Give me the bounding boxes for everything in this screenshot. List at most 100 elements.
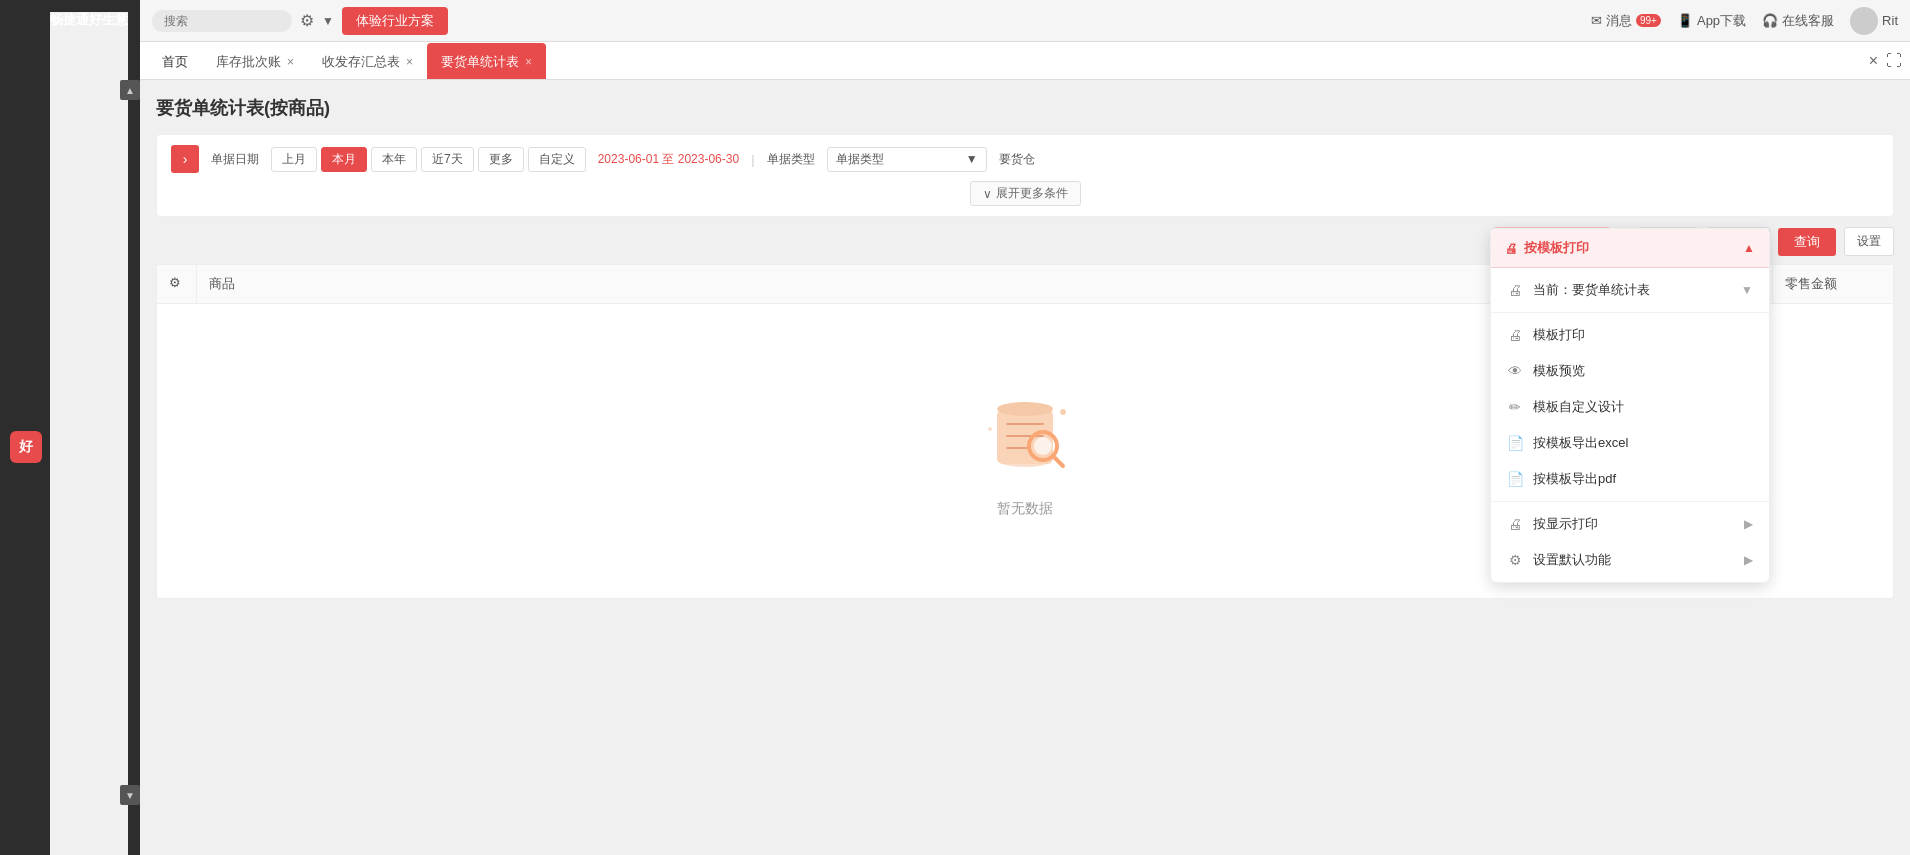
template-excel-icon: 📄	[1507, 435, 1523, 451]
dropdown-item-template-custom[interactable]: ✏ 模板自定义设计	[1491, 389, 1769, 425]
empty-text: 暂无数据	[997, 500, 1053, 518]
filter-btn-last-month[interactable]: 上月	[271, 147, 317, 172]
logo-text: 畅捷通好生意 标准版	[50, 12, 128, 855]
type-select-placeholder: 单据类型	[836, 151, 884, 168]
service-icon: 🎧	[1762, 13, 1778, 28]
display-print-left: 🖨 按显示打印	[1507, 515, 1598, 533]
sidebar-scroll-down-btn[interactable]: ▼	[120, 785, 140, 805]
dropdown-item-template-print[interactable]: 🖨 模板打印	[1491, 317, 1769, 353]
avatar	[1850, 7, 1878, 35]
type-select-chevron-icon: ▼	[966, 152, 978, 166]
settings-button[interactable]: 设置	[1844, 227, 1894, 256]
tab-revenue-summary[interactable]: 收发存汇总表 ×	[308, 43, 427, 79]
svg-point-2	[997, 402, 1053, 416]
tab-order-stats[interactable]: 要货单统计表 ×	[427, 43, 546, 79]
dropdown-item-display-print[interactable]: 🖨 按显示打印 ▶	[1491, 506, 1769, 542]
tab-home-label: 首页	[162, 53, 188, 71]
template-custom-label: 模板自定义设计	[1533, 398, 1624, 416]
current-template-icon: 🖨	[1507, 282, 1523, 298]
search-input[interactable]	[152, 10, 292, 32]
messages-item[interactable]: ✉ 消息 99+	[1591, 12, 1661, 30]
expand-row: ∨ 展开更多条件	[171, 181, 1879, 206]
page-content: 要货单统计表(按商品) › 单据日期 上月 本月 本年 近7天 更多 自定义 2…	[140, 80, 1910, 855]
topbar-right: ✉ 消息 99+ 📱 App下载 🎧 在线客服 Rit	[1591, 7, 1898, 35]
date-range-display: 2023-06-01 至 2023-06-30	[598, 151, 739, 168]
require-filter-label: 要货仓	[999, 151, 1035, 168]
dropdown-header-controls: ▲	[1743, 241, 1755, 255]
chevron-right-icon: ›	[183, 151, 188, 167]
dropdown-main-section: 🖨 模板打印 👁 模板预览 ✏ 模板自定义设计 📄 按模板导出excel 📄	[1491, 313, 1769, 502]
empty-illustration	[975, 384, 1075, 484]
main-area: ⚙ ▼ 体验行业方案 ✉ 消息 99+ 📱 App下载 🎧 在线客服 Rit	[140, 0, 1910, 855]
tabs-bar: 首页 库存批次账 × 收发存汇总表 × 要货单统计表 × × ⛶	[140, 42, 1910, 80]
col-amount: 零售金额	[1773, 265, 1893, 303]
display-print-icon: 🖨	[1507, 516, 1523, 532]
dropdown-header: 🖨 按模板打印 ▲	[1491, 229, 1769, 268]
default-func-icon: ⚙	[1507, 552, 1523, 568]
maximize-window-btn[interactable]: ⛶	[1886, 52, 1902, 70]
sidebar: 好 畅捷通好生意 标准版 🔍 搜索菜单 ▲ ⚡ 快捷导航 📢 营销推广 💰 销售…	[0, 0, 140, 855]
filter-row: › 单据日期 上月 本月 本年 近7天 更多 自定义 2023-06-01 至 …	[171, 145, 1879, 173]
dropdown-item-template-excel[interactable]: 📄 按模板导出excel	[1491, 425, 1769, 461]
filter-btn-this-month[interactable]: 本月	[321, 147, 367, 172]
template-preview-label: 模板预览	[1533, 362, 1585, 380]
logo-main-text: 畅捷通好生意	[50, 12, 128, 855]
filter-btn-this-year[interactable]: 本年	[371, 147, 417, 172]
current-template-chevron-icon: ▼	[1741, 283, 1753, 297]
current-template-item[interactable]: 🖨 当前：要货单统计表 ▼	[1491, 272, 1769, 308]
template-custom-icon: ✏	[1507, 399, 1523, 415]
svg-point-7	[1034, 437, 1052, 455]
date-filter-buttons: 上月 本月 本年 近7天 更多 自定义	[271, 147, 586, 172]
filter-btn-last-7-days[interactable]: 近7天	[421, 147, 474, 172]
expand-chevron-icon: ∨	[983, 187, 992, 201]
tab-revenue-summary-close[interactable]: ×	[406, 55, 413, 69]
online-service-item[interactable]: 🎧 在线客服	[1762, 12, 1834, 30]
sidebar-scroll-up-btn[interactable]: ▲	[120, 80, 140, 100]
svg-point-10	[988, 427, 992, 431]
close-window-btn[interactable]: ×	[1869, 52, 1878, 70]
message-icon: ✉	[1591, 13, 1602, 28]
col-goods: 商品	[197, 265, 1573, 303]
default-func-left: ⚙ 设置默认功能	[1507, 551, 1611, 569]
svg-line-8	[1053, 456, 1063, 466]
user-item[interactable]: Rit	[1850, 7, 1898, 35]
app-download-item[interactable]: 📱 App下载	[1677, 12, 1746, 30]
current-template-left: 🖨 当前：要货单统计表	[1507, 281, 1650, 299]
print-dropdown-menu: 🖨 按模板打印 ▲ 🖨 当前：要货单统计表 ▼	[1490, 228, 1770, 583]
tab-batch-account[interactable]: 库存批次账 ×	[202, 43, 308, 79]
template-pdf-label: 按模板导出pdf	[1533, 470, 1616, 488]
topbar-chevron-icon[interactable]: ▼	[322, 14, 334, 28]
filter-btn-custom[interactable]: 自定义	[528, 147, 586, 172]
tabs-right: × ⛶	[1869, 52, 1902, 70]
download-icon: 📱	[1677, 13, 1693, 28]
sidebar-logo: 好 畅捷通好生意 标准版	[0, 0, 140, 855]
type-filter-select[interactable]: 单据类型 ▼	[827, 147, 987, 172]
dropdown-item-template-preview[interactable]: 👁 模板预览	[1491, 353, 1769, 389]
gear-icon[interactable]: ⚙	[300, 11, 314, 30]
tab-batch-account-close[interactable]: ×	[287, 55, 294, 69]
dropdown-item-template-pdf[interactable]: 📄 按模板导出pdf	[1491, 461, 1769, 497]
template-print-icon: 🖨	[1507, 327, 1523, 343]
dropdown-current-section: 🖨 当前：要货单统计表 ▼	[1491, 268, 1769, 313]
expand-conditions-btn[interactable]: ∨ 展开更多条件	[970, 181, 1081, 206]
template-preview-icon: 👁	[1507, 363, 1523, 379]
online-service-label: 在线客服	[1782, 12, 1834, 30]
dropdown-item-default-func[interactable]: ⚙ 设置默认功能 ▶	[1491, 542, 1769, 578]
tab-home[interactable]: 首页	[148, 43, 202, 79]
dropdown-title-area: 🖨 按模板打印	[1505, 239, 1589, 257]
tab-batch-account-label: 库存批次账	[216, 53, 281, 71]
topbar-left: ⚙ ▼ 体验行业方案	[152, 7, 448, 35]
filter-btn-more[interactable]: 更多	[478, 147, 524, 172]
messages-badge: 99+	[1636, 14, 1661, 27]
tab-order-stats-label: 要货单统计表	[441, 53, 519, 71]
tab-revenue-summary-label: 收发存汇总表	[322, 53, 400, 71]
filter-expand-toggle[interactable]: ›	[171, 145, 199, 173]
tab-order-stats-close[interactable]: ×	[525, 55, 532, 69]
col-settings[interactable]: ⚙	[157, 265, 197, 303]
username-label: Rit	[1882, 13, 1898, 28]
filter-bar: › 单据日期 上月 本月 本年 近7天 更多 自定义 2023-06-01 至 …	[156, 134, 1894, 217]
trial-button[interactable]: 体验行业方案	[342, 7, 448, 35]
query-button[interactable]: 查询	[1778, 228, 1836, 256]
dropdown-collapse-icon[interactable]: ▲	[1743, 241, 1755, 255]
messages-label: 消息	[1606, 12, 1632, 30]
